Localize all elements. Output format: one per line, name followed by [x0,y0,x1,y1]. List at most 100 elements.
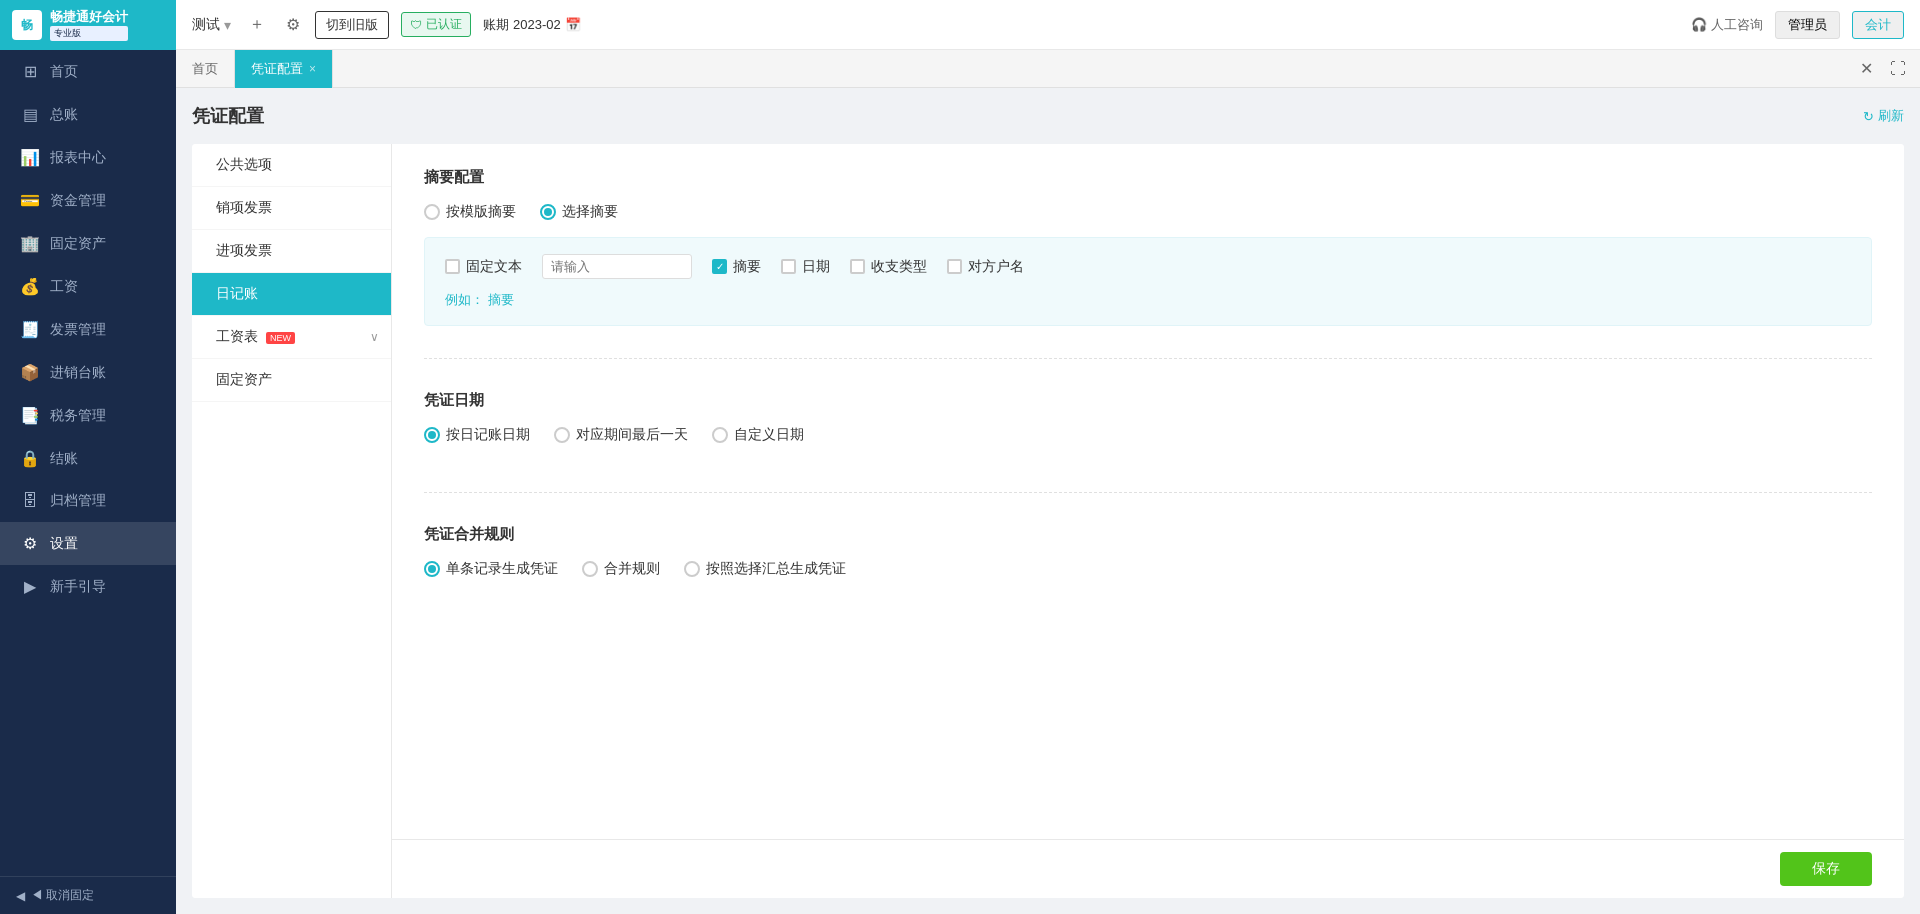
tab-close-window-button[interactable]: ✕ [1852,55,1880,83]
consult-button[interactable]: 🎧 人工咨询 [1691,16,1763,34]
reports-icon: 📊 [20,148,40,167]
fixed-text-input[interactable] [542,254,692,279]
left-nav-journal[interactable]: 日记账 [192,273,391,316]
company-name: 测试 [192,16,220,34]
shield-icon: 🛡 [410,18,422,32]
summary-options-row: 固定文本 摘要 日期 [445,254,1851,279]
logo-text: 畅捷通好会计 专业版 [50,9,128,42]
sidebar-item-sales[interactable]: 📦 进销台账 [0,351,176,394]
checkbox-fixed-text-box [445,259,460,274]
sidebar-item-reports[interactable]: 📊 报表中心 [0,136,176,179]
checkbox-income-type-box [850,259,865,274]
date-title: 凭证日期 [424,391,1872,410]
radio-single-circle [424,561,440,577]
left-nav: 公共选项 销项发票 进项发票 日记账 工资表 NEW [192,144,392,898]
sidebar-item-funds[interactable]: 💳 资金管理 [0,179,176,222]
merge-radio-group: 单条记录生成凭证 合并规则 按照选择汇总生成凭证 [424,560,1872,578]
checkbox-summary[interactable]: 摘要 [712,258,761,276]
sidebar-item-ledger[interactable]: ▤ 总账 [0,93,176,136]
tab-voucher-config[interactable]: 凭证配置 × [235,50,333,88]
close-account-icon: 🔒 [20,449,40,468]
archive-icon: 🗄 [20,492,40,510]
tab-close-icon[interactable]: × [309,62,316,76]
tab-fullscreen-button[interactable]: ⛶ [1884,55,1912,83]
date-section: 凭证日期 按日记账日期 对应期间最后一天 [424,391,1872,493]
sidebar-item-salary[interactable]: 💰 工资 [0,265,176,308]
calendar-icon[interactable]: 📅 [565,17,581,32]
sidebar-item-tax[interactable]: 📑 税务管理 [0,394,176,437]
page-title-row: 凭证配置 ↻ 刷新 [192,104,1904,128]
radio-journal-date[interactable]: 按日记账日期 [424,426,530,444]
left-nav-sales-invoice[interactable]: 销项发票 [192,187,391,230]
radio-select-summary-merge[interactable]: 按照选择汇总生成凭证 [684,560,846,578]
left-nav-purchase-invoice[interactable]: 进项发票 [192,230,391,273]
sidebar-item-settings[interactable]: ⚙ 设置 [0,522,176,565]
merge-section: 凭证合并规则 单条记录生成凭证 合并规则 [424,525,1872,626]
content-area: 凭证配置 ↻ 刷新 公共选项 销项发票 进项发票 [176,88,1920,914]
sidebar-item-assets[interactable]: 🏢 固定资产 [0,222,176,265]
radio-period-last[interactable]: 对应期间最后一天 [554,426,688,444]
headset-icon: 🎧 [1691,17,1707,32]
radio-select-summary[interactable]: 选择摘要 [540,203,618,221]
sidebar-pin-toggle[interactable]: ◀ ◀ 取消固定 [0,876,176,914]
voucher-config-page: 凭证配置 ↻ 刷新 公共选项 销项发票 进项发票 [176,88,1920,914]
sidebar-item-close[interactable]: 🔒 结账 [0,437,176,480]
summary-section: 摘要配置 按模版摘要 选择摘要 [424,168,1872,359]
tab-bar: 首页 凭证配置 × ✕ ⛶ [176,50,1920,88]
salary-icon: 💰 [20,277,40,296]
left-nav-public[interactable]: 公共选项 [192,144,391,187]
radio-custom-date[interactable]: 自定义日期 [712,426,804,444]
sidebar-logo: 畅 畅捷通好会计 专业版 [0,0,176,50]
sidebar-scroll: ⊞ 首页 ▤ 总账 📊 报表中心 💳 资金管理 🏢 固定资产 💰 工资 🧾 发票… [0,50,176,876]
tab-bar-right: ✕ ⛶ [1852,55,1920,83]
settings-gear-button[interactable]: ⚙ [279,11,307,39]
radio-period-last-circle [554,427,570,443]
refresh-button[interactable]: ↻ 刷新 [1863,107,1904,125]
header-actions: ＋ ⚙ 切到旧版 [243,11,389,39]
radio-select-circle [540,204,556,220]
refresh-icon: ↻ [1863,109,1874,124]
top-header: 测试 ▾ ＋ ⚙ 切到旧版 🛡 已认证 账期 2023-02 📅 🎧 人工咨询 … [176,0,1920,50]
main-area: 测试 ▾ ＋ ⚙ 切到旧版 🛡 已认证 账期 2023-02 📅 🎧 人工咨询 … [176,0,1920,914]
checkbox-income-type[interactable]: 收支类型 [850,258,927,276]
sidebar-item-guide[interactable]: ▶ 新手引导 [0,565,176,608]
config-body: 公共选项 销项发票 进项发票 日记账 工资表 NEW [192,144,1904,898]
sidebar-item-invoice[interactable]: 🧾 发票管理 [0,308,176,351]
checkbox-fixed-text[interactable]: 固定文本 [445,258,522,276]
accountant-button[interactable]: 会计 [1852,11,1904,39]
summary-title: 摘要配置 [424,168,1872,187]
add-button[interactable]: ＋ [243,11,271,39]
example-text: 例如： 摘要 [445,291,1851,309]
sidebar-item-archive[interactable]: 🗄 归档管理 [0,480,176,522]
company-chevron-icon: ▾ [224,17,231,33]
save-bar: 保存 [392,839,1904,898]
left-nav-fixed-assets[interactable]: 固定资产 [192,359,391,402]
merge-title: 凭证合并规则 [424,525,1872,544]
sidebar: 畅 畅捷通好会计 专业版 ⊞ 首页 ▤ 总账 📊 报表中心 💳 资金管理 🏢 固… [0,0,176,914]
sales-icon: 📦 [20,363,40,382]
radio-journal-date-circle [424,427,440,443]
sidebar-item-home[interactable]: ⊞ 首页 [0,50,176,93]
date-radio-group: 按日记账日期 对应期间最后一天 自定义日期 [424,426,1872,444]
guide-icon: ▶ [20,577,40,596]
save-button[interactable]: 保存 [1780,852,1872,886]
checkbox-counterpart[interactable]: 对方户名 [947,258,1024,276]
company-selector[interactable]: 测试 ▾ [192,16,231,34]
new-badge: NEW [266,332,295,344]
radio-merge-rule-circle [582,561,598,577]
radio-merge-rule[interactable]: 合并规则 [582,560,660,578]
ledger-icon: ▤ [20,105,40,124]
radio-single-record[interactable]: 单条记录生成凭证 [424,560,558,578]
checkbox-counterpart-box [947,259,962,274]
unpin-icon: ◀ [16,889,25,903]
checkbox-date-box [781,259,796,274]
checkbox-date[interactable]: 日期 [781,258,830,276]
tab-home[interactable]: 首页 [176,50,235,88]
switch-old-button[interactable]: 切到旧版 [315,11,389,39]
home-icon: ⊞ [20,62,40,81]
manager-button[interactable]: 管理员 [1775,11,1840,39]
left-nav-payroll[interactable]: 工资表 NEW ∨ [192,316,391,359]
radio-custom-date-circle [712,427,728,443]
radio-template-summary[interactable]: 按模版摘要 [424,203,516,221]
right-content: 摘要配置 按模版摘要 选择摘要 [392,144,1904,839]
